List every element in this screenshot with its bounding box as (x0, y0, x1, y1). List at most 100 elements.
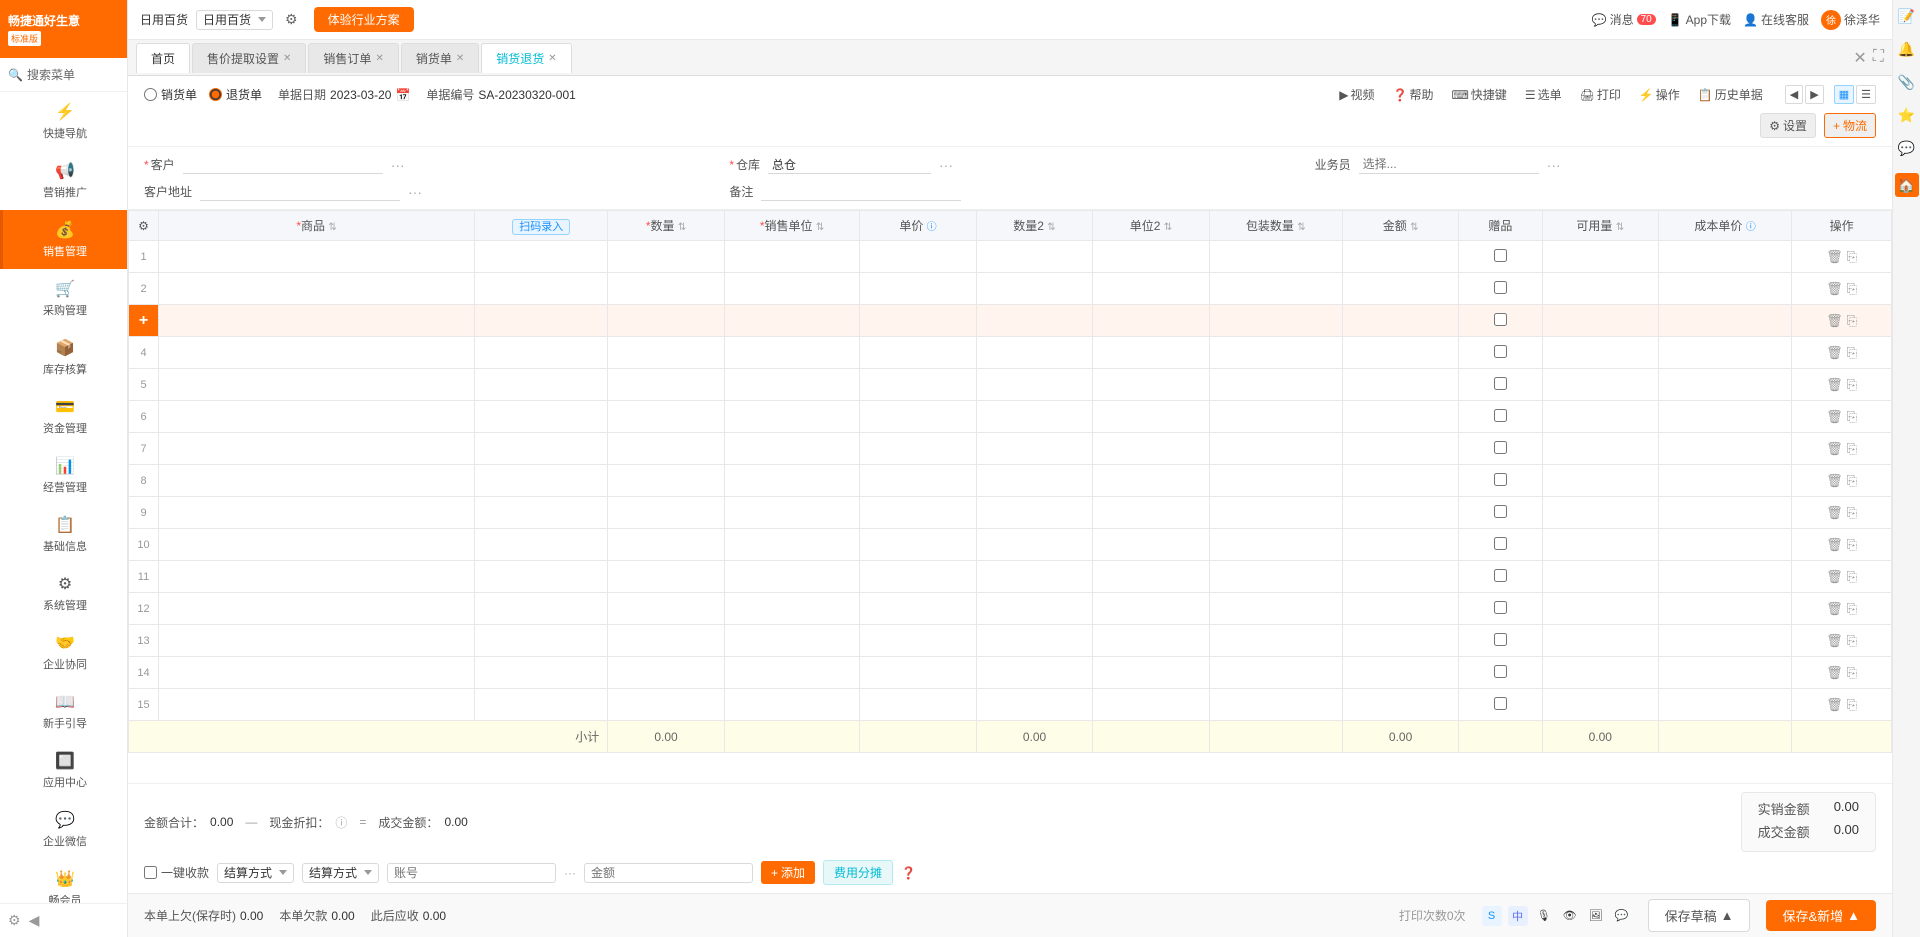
gift-checkbox[interactable] (1494, 377, 1507, 390)
experience-button[interactable]: 体验行业方案 (314, 7, 414, 32)
customer-dots[interactable]: ··· (391, 157, 405, 173)
copy-icon[interactable]: ⎘ (1847, 345, 1857, 361)
gift-checkbox[interactable] (1494, 281, 1507, 294)
account-input[interactable] (387, 863, 556, 883)
sidebar-search[interactable]: 🔍 搜索菜单 (0, 58, 127, 92)
tab-home[interactable]: 首页 (136, 43, 190, 73)
taskbar-icon-chat[interactable]: 💬 (1612, 906, 1632, 926)
settings-bottom-icon[interactable]: ⚙ (8, 912, 21, 929)
sidebar-item-marketing[interactable]: 📢 营销推广 (0, 151, 127, 210)
address-input[interactable] (200, 182, 400, 201)
active-pack-cell[interactable] (1209, 305, 1342, 337)
tab-sales-order-close[interactable]: ✕ (375, 53, 383, 64)
right-panel-icon-4[interactable]: ⭐ (1898, 107, 1915, 124)
fee-split-btn[interactable]: 费用分摊 (823, 860, 893, 885)
history-btn[interactable]: 📋 历史单据 (1694, 84, 1767, 105)
logistics-button[interactable]: + 物流 (1824, 113, 1876, 138)
user-profile[interactable]: 徐 徐泽华 (1821, 10, 1880, 30)
pack-qty-cell[interactable] (1209, 241, 1342, 273)
maximize-icon[interactable]: ⛶ (1873, 48, 1884, 68)
tab-price-settings-close[interactable]: ✕ (283, 53, 291, 64)
gift-checkbox[interactable] (1494, 409, 1507, 422)
gift-checkbox[interactable] (1494, 537, 1507, 550)
copy-icon[interactable]: ⎘ (1847, 281, 1857, 297)
active-unit-cell[interactable] (724, 305, 859, 337)
delete-icon[interactable]: 🗑 (1826, 473, 1843, 489)
active-gift-cell[interactable] (1459, 305, 1542, 337)
grid-view-btn[interactable]: ▦ (1834, 85, 1854, 104)
gift-checkbox[interactable] (1494, 441, 1507, 454)
th-settings[interactable]: ⚙ (129, 211, 159, 241)
online-service-btn[interactable]: 👤 在线客服 (1743, 11, 1809, 28)
qty-sort-icon[interactable]: ⇅ (678, 222, 686, 233)
sidebar-item-quick-nav[interactable]: ⚡ 快捷导航 (0, 92, 127, 151)
copy-icon[interactable]: ⎘ (1847, 249, 1857, 265)
gift-cell[interactable] (1459, 241, 1542, 273)
copy-icon[interactable]: ⎘ (1847, 441, 1857, 457)
warehouse-input[interactable] (768, 155, 931, 174)
copy-icon[interactable]: ⎘ (1847, 665, 1857, 681)
active-gift-checkbox[interactable] (1494, 313, 1507, 326)
video-btn[interactable]: ▶ 视频 (1335, 84, 1378, 105)
unit-cell[interactable] (724, 241, 859, 273)
copy-icon[interactable]: ⎘ (1847, 569, 1857, 585)
gift-checkbox[interactable] (1494, 473, 1507, 486)
gift-checkbox[interactable] (1494, 633, 1507, 646)
sidebar-item-apps[interactable]: 🔲 应用中心 (0, 741, 127, 800)
operation-btn[interactable]: ⚡ 操作 (1635, 84, 1684, 105)
sidebar-item-purchase[interactable]: 🛒 采购管理 (0, 269, 127, 328)
message-btn[interactable]: 💬 消息 70 (1592, 11, 1656, 28)
warehouse-dots[interactable]: ··· (939, 157, 953, 173)
delete-icon[interactable]: 🗑 (1826, 665, 1843, 681)
tab-price-settings[interactable]: 售价提取设置 ✕ (192, 43, 306, 73)
copy-icon[interactable]: ⎘ (1847, 633, 1857, 649)
next-doc-btn[interactable]: ▶ (1805, 85, 1823, 104)
tab-sales-return[interactable]: 销货退货 ✕ (481, 43, 571, 73)
qty2-cell[interactable] (976, 273, 1092, 305)
payment-method-select[interactable]: 结算方式 (217, 863, 294, 883)
save-new-button[interactable]: 保存&新增 ▲ (1766, 900, 1876, 931)
sidebar-item-finance[interactable]: 💳 资金管理 (0, 387, 127, 446)
radio-sales[interactable]: 销货单 (144, 86, 197, 103)
taskbar-icon-eye[interactable]: 👁 (1560, 906, 1580, 926)
right-panel-icon-6[interactable]: 🏠 (1895, 173, 1919, 197)
gift-checkbox[interactable] (1494, 505, 1507, 518)
active-amount-cell[interactable] (1342, 305, 1458, 337)
taskbar-icon-s[interactable]: S (1482, 906, 1502, 926)
active-price-cell[interactable] (860, 305, 976, 337)
copy-icon[interactable]: ⎘ (1847, 377, 1857, 393)
active-qty-cell[interactable] (608, 305, 724, 337)
unit-cell[interactable] (724, 273, 859, 305)
amount-cell[interactable] (1342, 241, 1458, 273)
sidebar-item-sales[interactable]: 💰 销售管理 (0, 210, 127, 269)
active-product-input[interactable] (165, 313, 468, 328)
tab-sales-return-close[interactable]: ✕ (548, 53, 556, 64)
tab-sales-order[interactable]: 销售订单 ✕ (308, 43, 398, 73)
pack-qty-cell[interactable] (1209, 273, 1342, 305)
delete-icon[interactable]: 🗑 (1826, 409, 1843, 425)
one-click-checkbox[interactable] (144, 866, 157, 879)
save-draft-button[interactable]: 保存草稿 ▲ (1648, 899, 1751, 932)
daily-nav-select[interactable]: 日用百货 (196, 10, 273, 30)
active-product-cell[interactable] (159, 305, 475, 337)
qty-cell[interactable] (608, 241, 724, 273)
unit-price-cell[interactable] (860, 273, 976, 305)
delete-icon[interactable]: 🗑 (1826, 281, 1843, 297)
close-all-icon[interactable]: ✕ (1853, 48, 1866, 68)
amount-input[interactable] (584, 863, 753, 883)
calendar-icon[interactable]: 📅 (395, 88, 410, 102)
radio-sales-input[interactable] (144, 88, 157, 101)
gift-cell[interactable] (1459, 273, 1542, 305)
right-panel-icon-2[interactable]: 🔔 (1898, 41, 1915, 58)
qty2-cell[interactable] (976, 241, 1092, 273)
right-panel-icon-1[interactable]: 📝 (1898, 8, 1915, 25)
taskbar-icon-img[interactable]: 🖼 (1586, 906, 1606, 926)
gift-checkbox[interactable] (1494, 569, 1507, 582)
delete-icon[interactable]: 🗑 (1826, 505, 1843, 521)
help-btn[interactable]: ❓ 帮助 (1389, 84, 1438, 105)
taskbar-icon-mic[interactable]: 🎙 (1534, 906, 1554, 926)
calculation-method-select[interactable]: 结算方式 (302, 863, 379, 883)
available-sort-icon[interactable]: ⇅ (1616, 222, 1624, 233)
settings-button[interactable]: ⚙ ⚙ 设置 设置 (1760, 113, 1816, 138)
copy-icon[interactable]: ⎘ (1847, 505, 1857, 521)
